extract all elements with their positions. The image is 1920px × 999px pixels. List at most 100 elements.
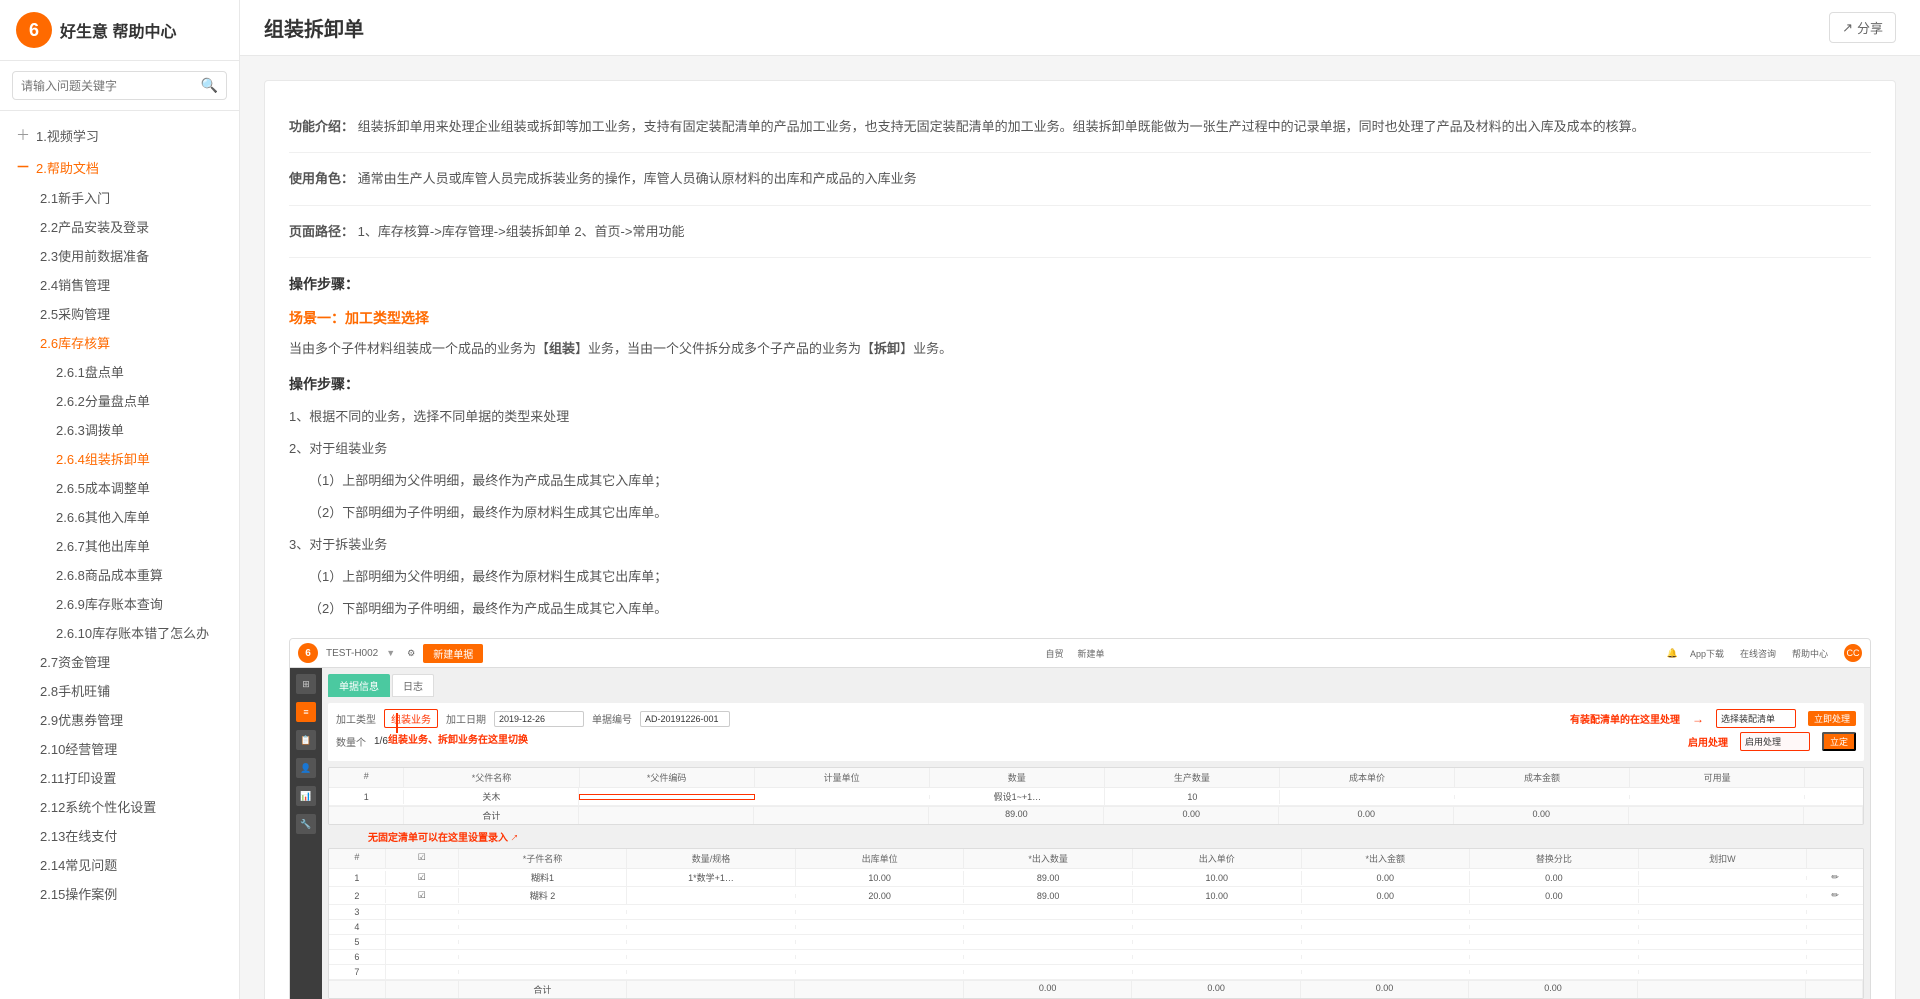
sim-ltd-30: 4 (329, 920, 386, 934)
sim-dropdown-icon: ▼ (386, 648, 395, 658)
main-area: 组装拆卸单 ↗ 分享 功能介绍： 组装拆卸单用来处理企业组装或拆卸等加工业务，支… (240, 0, 1920, 999)
sidebar-item-268[interactable]: 2.6.8商品成本重算 (48, 560, 239, 589)
search-box[interactable]: 🔍 (12, 71, 227, 100)
sidebar-item-2610[interactable]: 2.6.10库存账本错了怎么办 (48, 618, 239, 647)
sim-ltd-35 (964, 925, 1133, 929)
sim-bell-icon: 🔔 (1667, 648, 1678, 659)
sim-annotation1: 有装配清单的在这里处理 (1570, 711, 1680, 726)
sim-ltd-19 (1639, 894, 1808, 898)
sidebar-item-28[interactable]: 2.8手机旺铺 (32, 676, 239, 705)
sidebar-item-214[interactable]: 2.14常见问题 (32, 850, 239, 879)
sim-uth-2: *父件编码 (580, 768, 755, 787)
sim-help-center: 帮助中心 (1792, 647, 1828, 660)
sim-uft-0 (329, 807, 404, 824)
sim-tab-info: 单据信息 (328, 674, 390, 697)
sim-annotation5-area: 无固定清单可以在这里设置录入 ↑ (328, 829, 1864, 844)
sim-ltd-11: ☑ (386, 888, 459, 903)
sim-lth-1: ☑ (386, 849, 459, 868)
sidebar-item-263[interactable]: 2.6.3调拨单 (48, 415, 239, 444)
sim-ltd-08: 0.00 (1470, 871, 1639, 885)
sim-upper-footer: 合计 89.00 0.00 0.00 0.00 (329, 806, 1863, 824)
sim-ltd-69 (1639, 970, 1808, 974)
sidebar-item-266[interactable]: 2.6.6其他入库单 (48, 502, 239, 531)
sim-arrow1: → (1692, 712, 1704, 726)
sidebar-item-22[interactable]: 2.2产品安装及登录 (32, 212, 239, 241)
sidebar-item-265[interactable]: 2.6.5成本调整单 (48, 473, 239, 502)
sim-utd-08 (1630, 795, 1805, 799)
sim-lower-row6: 6 (329, 950, 1863, 965)
sim-ltd-010: ✏ (1807, 870, 1863, 885)
sidebar-item-25[interactable]: 2.5采购管理 (32, 299, 239, 328)
sidebar-item-269[interactable]: 2.6.9库存账本查询 (48, 589, 239, 618)
sidebar-item-21[interactable]: 2.1新手入门 (32, 183, 239, 212)
sim-lft-8: 0.00 (1469, 981, 1637, 998)
sidebar-item-29[interactable]: 2.9优惠券管理 (32, 705, 239, 734)
sidebar-item-docs[interactable]: － 2.帮助文档 (0, 151, 239, 183)
sidebar-item-212[interactable]: 2.12系统个性化设置 (32, 792, 239, 821)
search-input[interactable] (21, 79, 201, 93)
sim-annotation5: 无固定清单可以在这里设置录入 (328, 829, 508, 844)
sim-ltd-37 (1302, 925, 1471, 929)
sim-uft-6: 0.00 (1279, 807, 1454, 824)
sim-lth-4: 出库单位 (796, 849, 965, 868)
sim-bill-label: 单据编号 (592, 711, 632, 726)
sidebar-item-23[interactable]: 2.3使用前数据准备 (32, 241, 239, 270)
sim-ltd-06: 10.00 (1133, 871, 1302, 885)
sidebar-item-262[interactable]: 2.6.2分量盘点单 (48, 386, 239, 415)
search-area: 🔍 (0, 61, 239, 111)
sim-ltd-36 (1133, 925, 1302, 929)
func-intro-block: 功能介绍： 组装拆卸单用来处理企业组装或拆卸等加工业务，支持有固定装配清单的产品… (289, 101, 1871, 153)
sidebar-item-261[interactable]: 2.6.1盘点单 (48, 357, 239, 386)
sim-ltd-110: ✏ (1807, 888, 1863, 903)
sidebar-item-24[interactable]: 2.4销售管理 (32, 270, 239, 299)
sidebar-item-video[interactable]: ＋ 1.视频学习 (0, 119, 239, 151)
sim-ltd-59 (1639, 955, 1808, 959)
sidebar-item-215[interactable]: 2.15操作案例 (32, 879, 239, 908)
sim-ltd-64 (796, 970, 965, 974)
sim-lth-0: # (329, 849, 386, 868)
sim-ltd-610 (1807, 970, 1863, 974)
sidebar-item-267[interactable]: 2.6.7其他出库单 (48, 531, 239, 560)
share-icon: ↗ (1842, 20, 1853, 36)
sim-uft-4: 89.00 (929, 807, 1104, 824)
sidebar-item-213[interactable]: 2.13在线支付 (32, 821, 239, 850)
brand-name: 好生意 帮助中心 (60, 18, 176, 42)
sim-ltd-00: 1 (329, 871, 386, 885)
sim-confirm-btn: 立即处理 (1808, 711, 1856, 726)
sim-annotation4-text: 启用处理 (1688, 734, 1728, 749)
sim-lft-4 (795, 981, 963, 998)
sidebar-item-210[interactable]: 2.10经营管理 (32, 734, 239, 763)
sim-ltd-62 (459, 970, 628, 974)
sim-ltd-17: 0.00 (1302, 889, 1471, 903)
sidebar-item-264[interactable]: 2.6.4组装拆卸单 (48, 444, 239, 473)
sim-ltd-57 (1302, 955, 1471, 959)
sim-ltd-55 (964, 955, 1133, 959)
sim-uft-3 (754, 807, 929, 824)
sim-uth-3: 计量单位 (755, 768, 930, 787)
sim-ltd-66 (1133, 970, 1302, 974)
sim-ltd-50: 6 (329, 950, 386, 964)
search-icon[interactable]: 🔍 (201, 77, 218, 94)
func-intro-text: 组装拆卸单用来处理企业组装或拆卸等加工业务，支持有固定装配清单的产品加工业务，也… (358, 119, 1645, 134)
path-text: 1、库存核算->库存管理->组装拆卸单 2、首页->常用功能 (358, 224, 685, 239)
page-title: 组装拆卸单 (264, 13, 364, 42)
sim-lft-10 (1806, 981, 1863, 998)
scene-title: 场景一：加工类型选择 (289, 308, 1871, 328)
sim-ltd-48 (1470, 940, 1639, 944)
sim-lft-0 (329, 981, 386, 998)
share-button[interactable]: ↗ 分享 (1829, 12, 1896, 43)
sim-bill-input: AD-20191226-001 (640, 711, 730, 727)
sidebar-item-211[interactable]: 2.11打印设置 (32, 763, 239, 792)
sidebar-item-27[interactable]: 2.7资金管理 (32, 647, 239, 676)
sim-enable-btn[interactable]: 立定 (1822, 732, 1856, 751)
sim-lft-7: 0.00 (1301, 981, 1469, 998)
sim-lower-footer: 合计 0.00 0.00 0.00 0.00 (329, 980, 1863, 998)
sim-ltd-22 (459, 910, 628, 914)
sim-logo-icon: 6 (298, 643, 318, 663)
sidebar-item-26[interactable]: 2.6库存核算 (32, 328, 239, 357)
sim-ltd-28 (1470, 910, 1639, 914)
nav-tree: ＋ 1.视频学习 － 2.帮助文档 2.1新手入门 2.2产品安装及登录 2.3… (0, 111, 239, 999)
sim-lth-6: 出入单价 (1133, 849, 1302, 868)
sim-lth-10 (1807, 849, 1863, 868)
sim-form-row1: 加工类型 组装业务 加工日期 2019-12-26 单据编号 AD-201912… (336, 709, 1856, 728)
